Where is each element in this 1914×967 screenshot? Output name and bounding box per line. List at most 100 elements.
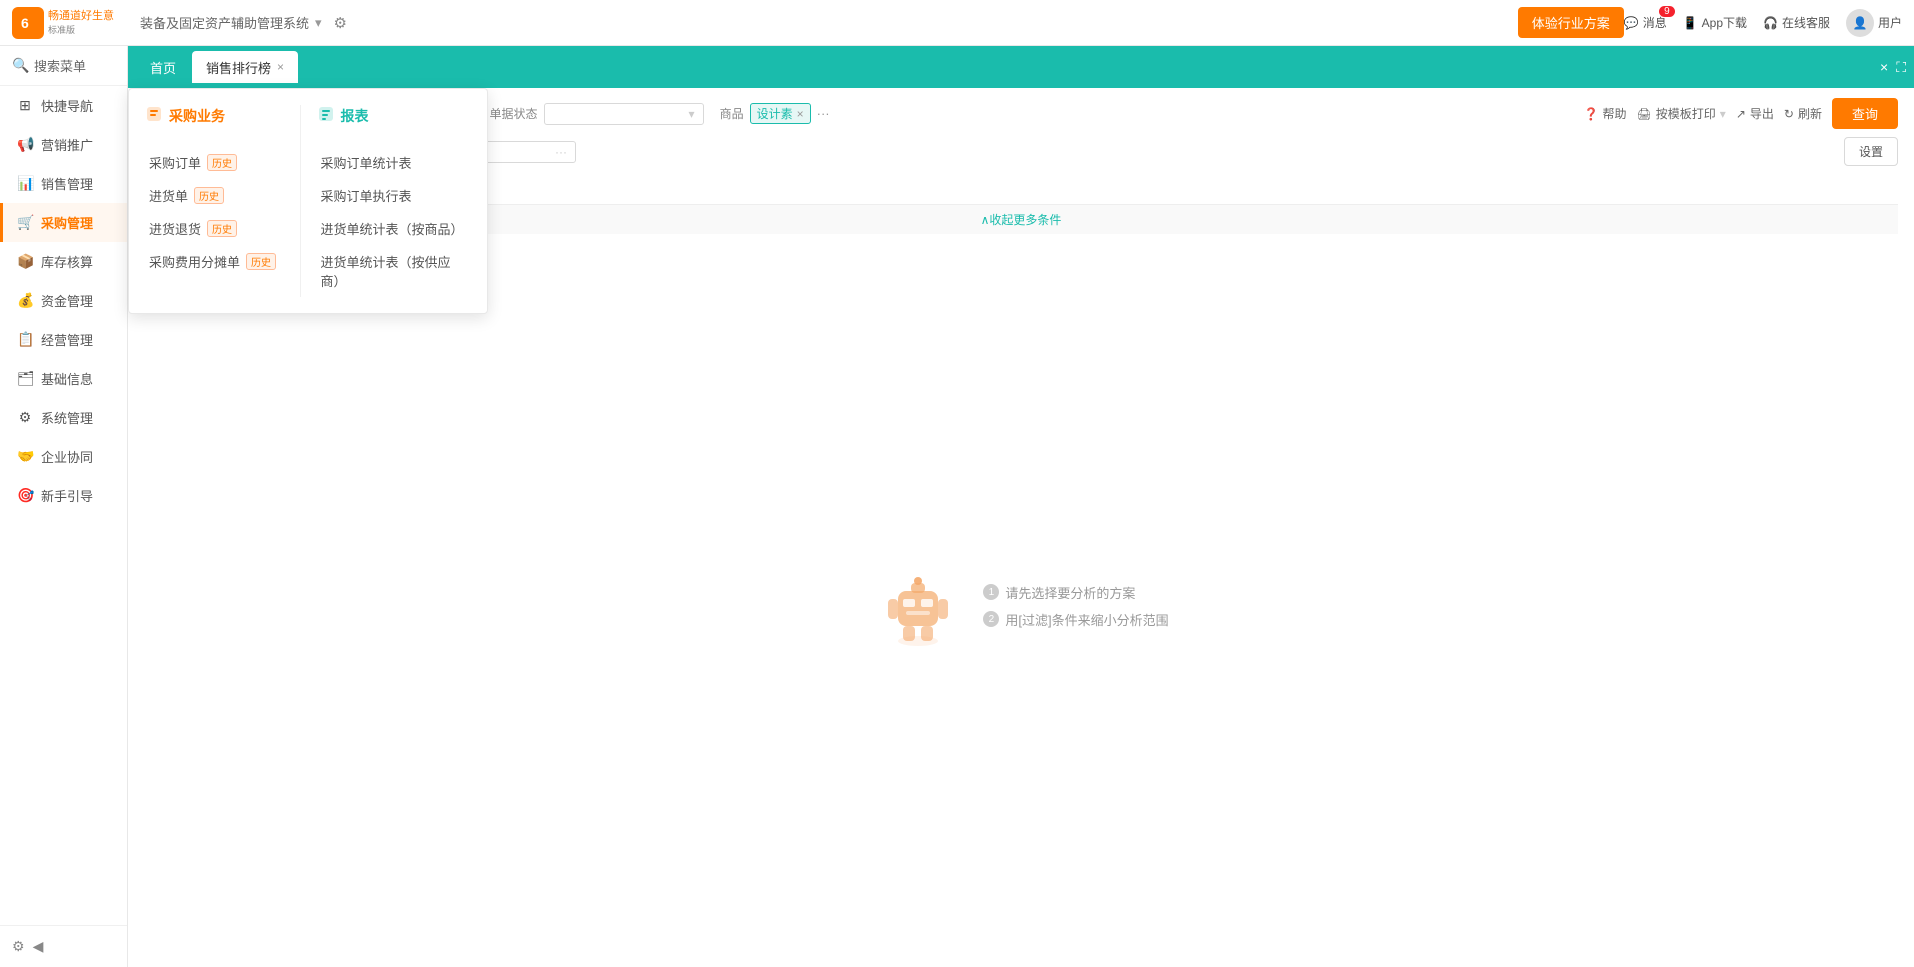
app-download-action[interactable]: 📱 App下载: [1683, 14, 1747, 31]
system-dropdown-arrow[interactable]: ▾: [315, 15, 322, 31]
tab-actions: × ⛶: [1880, 59, 1906, 76]
report-section: 报表 采购订单统计表 采购订单执行表 进货单统计表（按商品） 进货单统计表（按供…: [300, 105, 472, 297]
logo-badge: 标准版: [48, 23, 114, 36]
collapse-up-icon: ∧: [981, 213, 990, 227]
goods-label: 商品: [720, 105, 744, 122]
top-right: 💬 消息 9 📱 App下载 🎧 在线客服 👤 用户: [1624, 9, 1902, 37]
report-section-title: 报表: [317, 105, 472, 134]
svg-text:6: 6: [21, 15, 29, 31]
message-icon: 💬: [1624, 16, 1639, 30]
inventory-icon: 📦: [17, 253, 33, 270]
sidebar-item-marketing[interactable]: 📢 营销推广: [0, 125, 127, 164]
logo-icon: 6: [12, 7, 44, 39]
sidebar-item-finance[interactable]: 💰 资金管理: [0, 281, 127, 320]
headset-icon: 🎧: [1763, 16, 1778, 30]
goods-more-dots[interactable]: ···: [817, 106, 830, 121]
history-badge-2: 历史: [207, 220, 237, 237]
help-btn[interactable]: ❓ 帮助: [1584, 105, 1627, 122]
app-container: 6 畅通道好生意 标准版 装备及固定资产辅助管理系统 ▾ ⚙ 体验行业方案 💬 …: [0, 0, 1914, 967]
menu-item-purchase-expense[interactable]: 采购费用分摊单 历史: [145, 245, 300, 278]
tab-home[interactable]: 首页: [136, 51, 190, 83]
goods-tag: 设计素 ×: [750, 103, 811, 124]
user-action[interactable]: 👤 用户: [1846, 9, 1902, 37]
tab-close-window-icon[interactable]: ×: [1880, 59, 1888, 75]
sidebar-item-basic[interactable]: 🗂 基础信息: [0, 359, 127, 398]
export-icon: ↗: [1736, 107, 1746, 121]
collapse-sidebar-icon[interactable]: ◀: [33, 938, 44, 955]
menu-item-order-exec[interactable]: 采购订单执行表: [317, 179, 472, 212]
user-avatar: 👤: [1846, 9, 1874, 37]
empty-state: 1 请先选择要分析的方案 2 用[过滤]条件来缩小分析范围: [983, 583, 1168, 629]
voucher-status-select[interactable]: ▾: [544, 103, 704, 125]
system-icon: ⚙: [17, 409, 33, 426]
main-content: 1 请先选择要分析的方案 2 用[过滤]条件来缩小分析范围: [128, 244, 1914, 967]
sidebar-item-search[interactable]: 🔍 搜索菜单: [0, 46, 127, 86]
top-bar: 6 畅通道好生意 标准版 装备及固定资产辅助管理系统 ▾ ⚙ 体验行业方案 💬 …: [0, 0, 1914, 46]
history-badge-3: 历史: [246, 253, 276, 270]
sidebar-item-sales[interactable]: 📊 销售管理: [0, 164, 127, 203]
search-icon: 🔍: [12, 57, 28, 74]
report-section-icon: [317, 105, 335, 126]
menu-item-purchase-receipt[interactable]: 进货单 历史: [145, 179, 300, 212]
menu-item-purchase-return[interactable]: 进货退货 历史: [145, 212, 300, 245]
set-btn[interactable]: 设置: [1844, 137, 1898, 166]
grid-icon: ⊞: [17, 97, 33, 114]
guide-icon: 🎯: [17, 487, 33, 504]
sidebar-item-quick-nav[interactable]: ⊞ 快捷导航: [0, 86, 127, 125]
goods-filter-group: 商品 设计素 × ···: [720, 103, 830, 124]
message-action[interactable]: 💬 消息 9: [1624, 14, 1667, 31]
enterprise-icon: 🤝: [17, 448, 33, 465]
message-badge: 9: [1659, 6, 1675, 17]
sidebar-item-purchase[interactable]: 🛒 采购管理: [0, 203, 127, 242]
sidebar-item-system[interactable]: ⚙ 系统管理: [0, 398, 127, 437]
sidebar-item-inventory[interactable]: 📦 库存核算: [0, 242, 127, 281]
purchase-section: 采购业务 采购订单 历史 进货单 历史 进货退货 历史 采购费用分摊单 历史: [145, 105, 300, 297]
print-btn[interactable]: 🖨 按模板打印 ▾: [1637, 105, 1726, 122]
purchase-section-icon: [145, 105, 163, 126]
history-badge-1: 历史: [194, 187, 224, 204]
menu-item-receipt-by-goods[interactable]: 进货单统计表（按商品）: [317, 212, 472, 245]
print-icon: 🖨: [1637, 107, 1652, 121]
voucher-status-label: 单据状态: [490, 105, 538, 122]
query-btn[interactable]: 查询: [1832, 98, 1898, 129]
system-title: 装备及固定资产辅助管理系统 ▾ ⚙: [140, 13, 1518, 32]
tab-close-icon[interactable]: ×: [277, 60, 284, 74]
menu-item-purchase-order[interactable]: 采购订单 历史: [145, 146, 300, 179]
sidebar-item-operation[interactable]: 📋 经营管理: [0, 320, 127, 359]
empty-step2: 2 用[过滤]条件来缩小分析范围: [983, 610, 1168, 629]
online-service-action[interactable]: 🎧 在线客服: [1763, 14, 1830, 31]
history-badge-0: 历史: [207, 154, 237, 171]
marketing-icon: 📢: [17, 136, 33, 153]
sidebar-item-enterprise[interactable]: 🤝 企业协同: [0, 437, 127, 476]
basic-icon: 🗂: [17, 370, 33, 387]
goods-tag-remove[interactable]: ×: [797, 107, 804, 121]
set-btn-wrapper: 设置: [1844, 137, 1898, 166]
empty-robot-illustration: [873, 561, 963, 651]
menu-item-order-stats[interactable]: 采购订单统计表: [317, 146, 472, 179]
industry-btn[interactable]: 体验行业方案: [1518, 7, 1624, 38]
finance-icon: 💰: [17, 292, 33, 309]
operation-icon: 📋: [17, 331, 33, 348]
logo-text: 畅通道好生意: [48, 9, 114, 23]
sidebar-item-guide[interactable]: 🎯 新手引导: [0, 476, 127, 515]
system-settings-icon[interactable]: ⚙: [334, 14, 347, 32]
sidebar-bottom: ⚙ ◀: [0, 925, 127, 967]
help-icon: ❓: [1584, 107, 1599, 121]
header-actions: ❓ 帮助 🖨 按模板打印 ▾ ↗ 导出 ↻: [1584, 98, 1898, 129]
empty-wrapper: 1 请先选择要分析的方案 2 用[过滤]条件来缩小分析范围: [873, 561, 1168, 651]
dropdown-menu: 采购业务 采购订单 历史 进货单 历史 进货退货 历史 采购费用分摊单 历史: [128, 88, 488, 314]
sales-icon: 📊: [17, 175, 33, 192]
bottom-settings-icon[interactable]: ⚙: [12, 938, 25, 955]
empty-step1: 1 请先选择要分析的方案: [983, 583, 1135, 602]
sidebar: 🔍 搜索菜单 ⊞ 快捷导航 📢 营销推广 📊 销售管理 🛒 采购管理 📦: [0, 46, 128, 967]
refresh-btn[interactable]: ↻ 刷新: [1784, 105, 1822, 122]
tab-sales-rank[interactable]: 销售排行榜 ×: [192, 51, 298, 83]
tab-fullscreen-icon[interactable]: ⛶: [1896, 59, 1906, 76]
purchase-section-title: 采购业务: [145, 105, 300, 134]
menu-item-receipt-by-supplier[interactable]: 进货单统计表（按供应商）: [317, 245, 472, 297]
phone-icon: 📱: [1683, 16, 1698, 30]
purchase-icon: 🛒: [17, 214, 33, 231]
tab-bar: 首页 销售排行榜 × × ⛶: [128, 46, 1914, 88]
export-btn[interactable]: ↗ 导出: [1736, 105, 1774, 122]
refresh-icon: ↻: [1784, 107, 1794, 121]
